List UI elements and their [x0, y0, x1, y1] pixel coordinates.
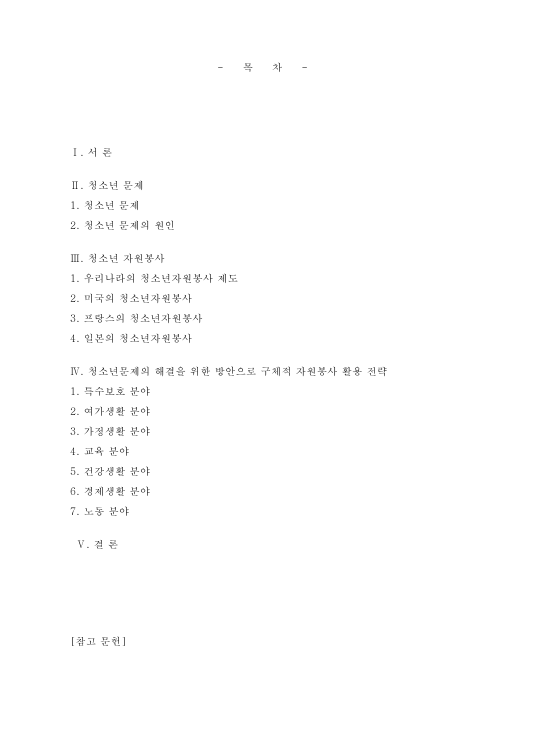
toc-reference: [참고 문헌] [70, 633, 463, 650]
toc-item-4-1: 1. 특수보호 분야 [70, 383, 463, 400]
toc-item-4-6: 6. 경제생활 분야 [70, 483, 463, 500]
document-title: - 목 차 - [70, 60, 463, 74]
toc-heading-4: Ⅳ. 청소년문제의 해결을 위한 방안으로 구체적 자원봉사 활용 전략 [70, 363, 463, 380]
toc-item-4-2: 2. 여가생활 분야 [70, 403, 463, 420]
toc-section-3: Ⅲ. 청소년 자원봉사 1. 우리나라의 청소년자원봉사 제도 2. 미국의 청… [70, 250, 463, 347]
toc-item-3-3: 3. 프랑스의 청소년자원봉사 [70, 310, 463, 327]
title-text: - 목 차 - [217, 60, 316, 74]
toc-item-3-2: 2. 미국의 청소년자원봉사 [70, 290, 463, 307]
toc-item-2-2: 2. 청소년 문제의 원인 [70, 217, 463, 234]
toc-heading-2: Ⅱ. 청소년 문제 [70, 177, 463, 194]
toc-section-1: Ⅰ. 서 론 [70, 144, 463, 161]
toc-heading-3: Ⅲ. 청소년 자원봉사 [70, 250, 463, 267]
toc-section-2: Ⅱ. 청소년 문제 1. 청소년 문제 2. 청소년 문제의 원인 [70, 177, 463, 234]
toc-item-4-4: 4. 교육 분야 [70, 443, 463, 460]
toc-item-4-7: 7. 노동 분야 [70, 503, 463, 520]
toc-section-4: Ⅳ. 청소년문제의 해결을 위한 방안으로 구체적 자원봉사 활용 전략 1. … [70, 363, 463, 520]
toc-heading-5: Ⅴ. 결 론 [76, 536, 463, 553]
toc-heading-1: Ⅰ. 서 론 [70, 144, 463, 161]
toc-section-5: Ⅴ. 결 론 [76, 536, 463, 553]
toc-item-3-1: 1. 우리나라의 청소년자원봉사 제도 [70, 270, 463, 287]
toc-item-4-5: 5. 건강생활 분야 [70, 463, 463, 480]
toc-item-4-3: 3. 가정생활 분야 [70, 423, 463, 440]
reference-label: [참고 문헌] [70, 633, 463, 650]
table-of-contents: Ⅰ. 서 론 Ⅱ. 청소년 문제 1. 청소년 문제 2. 청소년 문제의 원인… [70, 144, 463, 650]
toc-item-2-1: 1. 청소년 문제 [70, 197, 463, 214]
toc-item-3-4: 4. 일본의 청소년자원봉사 [70, 330, 463, 347]
